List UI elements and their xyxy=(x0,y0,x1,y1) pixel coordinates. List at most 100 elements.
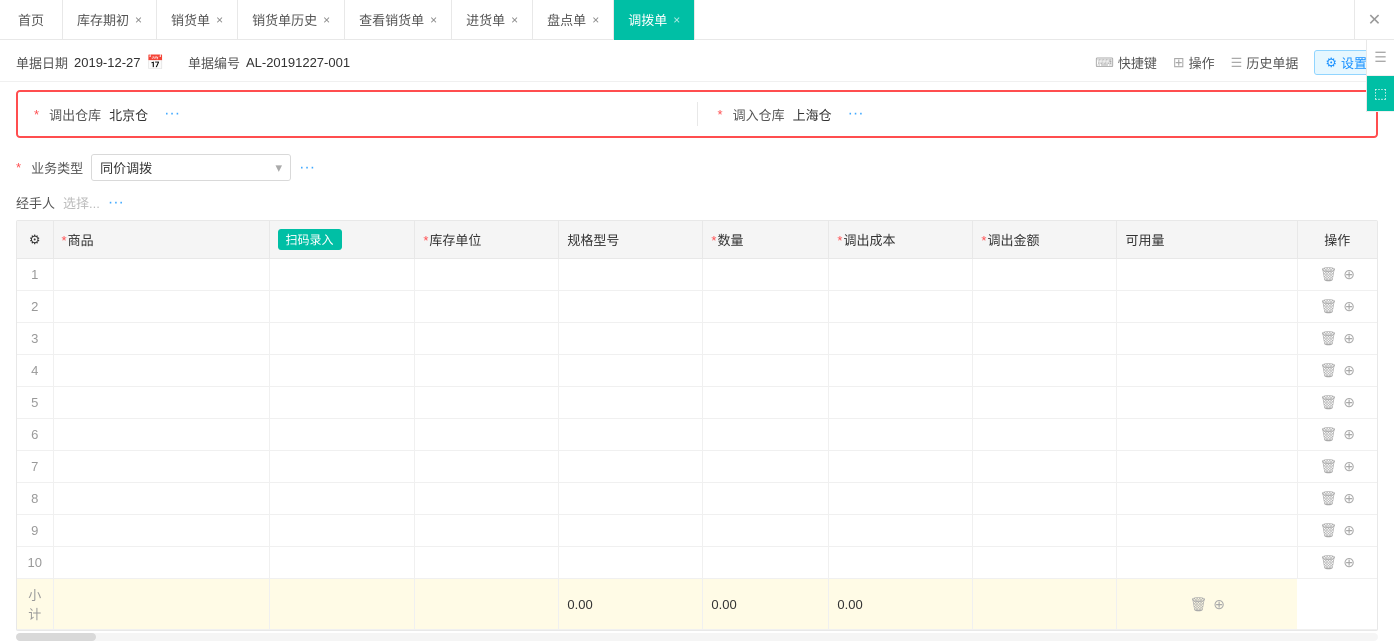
scan-btn[interactable]: 扫码录入 xyxy=(278,229,342,250)
unit-cell[interactable] xyxy=(415,419,559,451)
product-cell[interactable] xyxy=(53,355,269,387)
calendar-icon[interactable]: 📅 xyxy=(147,54,164,71)
business-type-more[interactable]: ··· xyxy=(299,159,315,177)
row-delete-icon[interactable]: 🗑 xyxy=(1319,554,1337,571)
spec-cell[interactable] xyxy=(559,483,703,515)
close-sales-order[interactable]: × xyxy=(216,13,223,27)
cost-cell[interactable] xyxy=(829,323,973,355)
row-delete-icon[interactable]: 🗑 xyxy=(1319,298,1337,315)
product-cell[interactable] xyxy=(53,547,269,579)
tab-stocktake[interactable]: 盘点单 × xyxy=(533,0,614,40)
spec-cell[interactable] xyxy=(559,547,703,579)
qty-cell[interactable] xyxy=(703,451,829,483)
cost-cell[interactable] xyxy=(829,547,973,579)
product-cell[interactable] xyxy=(53,323,269,355)
settings-col-icon[interactable]: ⚙ xyxy=(29,232,41,247)
close-transfer[interactable]: × xyxy=(673,13,680,27)
qty-cell[interactable] xyxy=(703,547,829,579)
window-close-button[interactable]: ✕ xyxy=(1354,0,1394,40)
row-copy-icon[interactable]: ⊕ xyxy=(1343,330,1355,347)
in-warehouse-more[interactable]: ··· xyxy=(848,105,864,123)
qty-cell[interactable] xyxy=(703,323,829,355)
row-delete-icon[interactable]: 🗑 xyxy=(1319,522,1337,539)
amount-cell[interactable] xyxy=(973,419,1117,451)
tab-transfer[interactable]: 调拨单 × xyxy=(614,0,695,40)
qty-cell[interactable] xyxy=(703,259,829,291)
row-delete-icon[interactable]: 🗑 xyxy=(1319,490,1337,507)
cost-cell[interactable] xyxy=(829,291,973,323)
row-copy-icon[interactable]: ⊕ xyxy=(1343,426,1355,443)
cost-cell[interactable] xyxy=(829,387,973,419)
amount-cell[interactable] xyxy=(973,387,1117,419)
amount-cell[interactable] xyxy=(973,291,1117,323)
row-copy-icon[interactable]: ⊕ xyxy=(1343,298,1355,315)
shortcut-btn[interactable]: ⌨ 快捷键 xyxy=(1095,53,1157,72)
business-type-select[interactable]: 同价调拨 ▾ xyxy=(91,154,291,181)
row-delete-icon[interactable]: 🗑 xyxy=(1319,266,1337,283)
amount-cell[interactable] xyxy=(973,323,1117,355)
unit-cell[interactable] xyxy=(415,451,559,483)
cost-cell[interactable] xyxy=(829,515,973,547)
tab-view-sales[interactable]: 查看销货单 × xyxy=(345,0,452,40)
unit-cell[interactable] xyxy=(415,387,559,419)
spec-cell[interactable] xyxy=(559,259,703,291)
unit-cell[interactable] xyxy=(415,483,559,515)
row-copy-icon[interactable]: ⊕ xyxy=(1343,394,1355,411)
amount-cell[interactable] xyxy=(973,451,1117,483)
unit-cell[interactable] xyxy=(415,515,559,547)
tab-sales-order[interactable]: 销货单 × xyxy=(157,0,238,40)
row-copy-icon[interactable]: ⊕ xyxy=(1343,522,1355,539)
qty-cell[interactable] xyxy=(703,515,829,547)
spec-cell[interactable] xyxy=(559,291,703,323)
row-copy-icon[interactable]: ⊕ xyxy=(1343,554,1355,571)
row-copy-icon[interactable]: ⊕ xyxy=(1213,596,1225,613)
row-copy-icon[interactable]: ⊕ xyxy=(1343,362,1355,379)
spec-cell[interactable] xyxy=(559,387,703,419)
row-delete-icon[interactable]: 🗑 xyxy=(1319,458,1337,475)
cost-cell[interactable] xyxy=(829,419,973,451)
spec-cell[interactable] xyxy=(559,451,703,483)
scroll-bar[interactable] xyxy=(16,633,1378,641)
row-copy-icon[interactable]: ⊕ xyxy=(1343,490,1355,507)
product-cell[interactable] xyxy=(53,419,269,451)
qty-cell[interactable] xyxy=(703,483,829,515)
sidebar-list-btn[interactable]: ☰ xyxy=(1367,40,1394,76)
product-cell[interactable] xyxy=(53,483,269,515)
spec-cell[interactable] xyxy=(559,419,703,451)
tab-sales-history[interactable]: 销货单历史 × xyxy=(238,0,345,40)
tab-inventory-init[interactable]: 库存期初 × xyxy=(63,0,157,40)
tab-home[interactable]: 首页 xyxy=(0,0,63,40)
qty-cell[interactable] xyxy=(703,419,829,451)
row-delete-icon[interactable]: 🗑 xyxy=(1319,330,1337,347)
cost-cell[interactable] xyxy=(829,355,973,387)
close-view-sales[interactable]: × xyxy=(430,13,437,27)
amount-cell[interactable] xyxy=(973,483,1117,515)
cost-cell[interactable] xyxy=(829,259,973,291)
close-stocktake[interactable]: × xyxy=(592,13,599,27)
close-inventory-init[interactable]: × xyxy=(135,13,142,27)
ops-btn[interactable]: ⊞ 操作 xyxy=(1173,53,1215,72)
row-delete-icon[interactable]: 🗑 xyxy=(1319,362,1337,379)
row-delete-icon[interactable]: 🗑 xyxy=(1189,596,1207,613)
product-cell[interactable] xyxy=(53,259,269,291)
close-sales-history[interactable]: × xyxy=(323,13,330,27)
product-cell[interactable] xyxy=(53,387,269,419)
qty-cell[interactable] xyxy=(703,387,829,419)
tab-purchase-order[interactable]: 进货单 × xyxy=(452,0,533,40)
spec-cell[interactable] xyxy=(559,515,703,547)
product-cell[interactable] xyxy=(53,451,269,483)
close-purchase-order[interactable]: × xyxy=(511,13,518,27)
out-warehouse-more[interactable]: ··· xyxy=(164,105,180,123)
product-cell[interactable] xyxy=(53,291,269,323)
row-copy-icon[interactable]: ⊕ xyxy=(1343,458,1355,475)
row-copy-icon[interactable]: ⊕ xyxy=(1343,266,1355,283)
history-btn[interactable]: ☰ 历史单据 xyxy=(1231,53,1299,72)
unit-cell[interactable] xyxy=(415,259,559,291)
unit-cell[interactable] xyxy=(415,323,559,355)
amount-cell[interactable] xyxy=(973,259,1117,291)
cost-cell[interactable] xyxy=(829,451,973,483)
row-delete-icon[interactable]: 🗑 xyxy=(1319,426,1337,443)
unit-cell[interactable] xyxy=(415,355,559,387)
amount-cell[interactable] xyxy=(973,515,1117,547)
sidebar-expand-btn[interactable]: ⬚ xyxy=(1367,76,1394,112)
